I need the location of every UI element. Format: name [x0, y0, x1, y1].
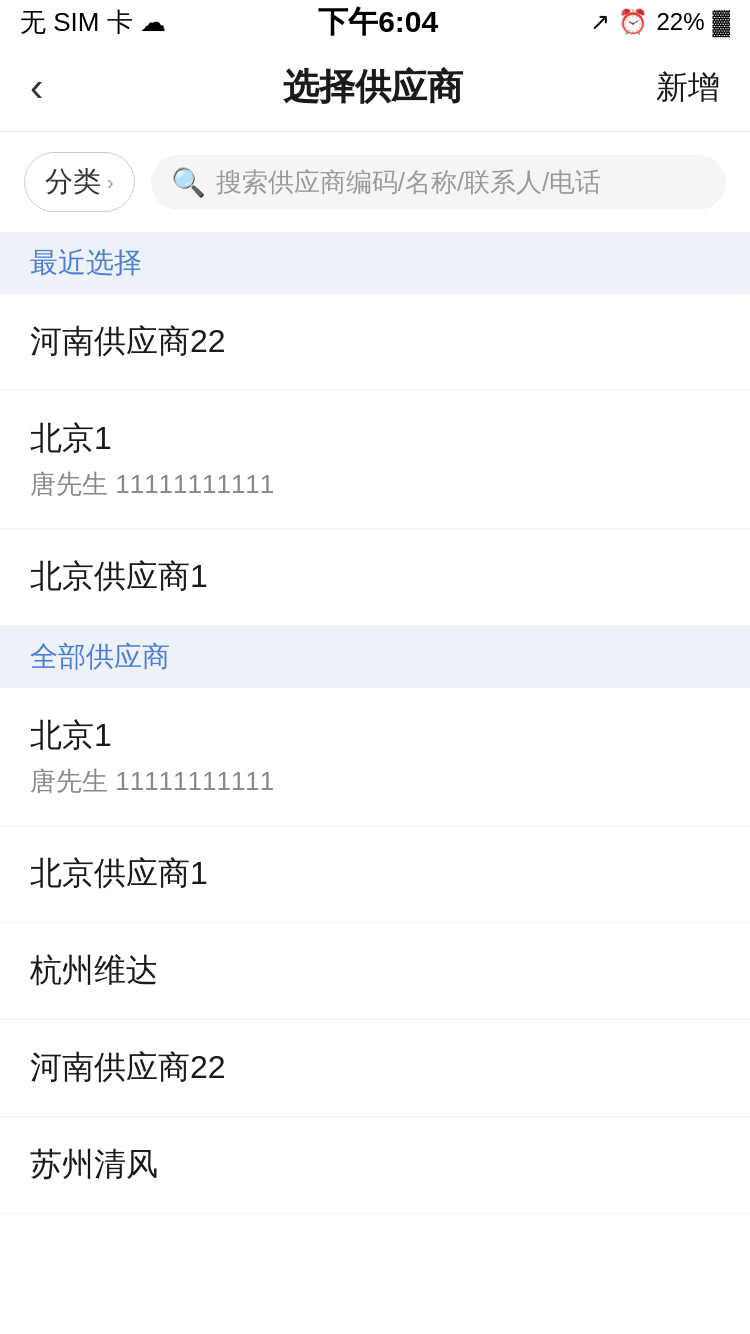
item-name: 北京1: [30, 714, 720, 758]
category-label: 分类: [45, 163, 101, 201]
item-name: 北京供应商1: [30, 852, 720, 896]
all-section-label: 全部供应商: [30, 641, 170, 672]
item-name: 北京供应商1: [30, 555, 720, 599]
location-icon: ↗: [590, 8, 610, 36]
search-icon: 🔍: [171, 166, 206, 199]
status-time: 下午6:04: [318, 2, 438, 43]
recent-section-label: 最近选择: [30, 247, 142, 278]
battery-level: 22%: [656, 8, 704, 36]
recent-section-header: 最近选择: [0, 232, 750, 294]
alarm-icon: ⏰: [618, 8, 648, 36]
all-list-item[interactable]: 北京供应商1: [0, 826, 750, 923]
battery-icon: ▓: [713, 8, 731, 36]
all-list-item[interactable]: 苏州清风: [0, 1117, 750, 1214]
all-list-item[interactable]: 河南供应商22: [0, 1020, 750, 1117]
search-placeholder: 搜索供应商编码/名称/联系人/电话: [216, 165, 602, 200]
nav-bar: ‹ 选择供应商 新增: [0, 44, 750, 132]
chevron-icon: ›: [107, 171, 114, 194]
all-list-item[interactable]: 北京1 唐先生 11111111111: [0, 688, 750, 826]
back-button[interactable]: ‹: [30, 65, 90, 110]
item-name: 河南供应商22: [30, 1046, 720, 1090]
item-name: 杭州维达: [30, 949, 720, 993]
recent-list-item[interactable]: 北京1 唐先生 11111111111: [0, 391, 750, 529]
all-list: 北京1 唐先生 11111111111 北京供应商1 杭州维达河南供应商22 苏州清风: [0, 688, 750, 1214]
filter-bar: 分类 › 🔍 搜索供应商编码/名称/联系人/电话: [0, 132, 750, 232]
status-right: ↗ ⏰ 22% ▓: [590, 8, 730, 36]
status-bar: 无 SIM 卡 ☁ 下午6:04 ↗ ⏰ 22% ▓: [0, 0, 750, 44]
add-button[interactable]: 新增: [656, 66, 720, 110]
status-left: 无 SIM 卡 ☁: [20, 5, 166, 40]
recent-list: 河南供应商22 北京1 唐先生 11111111111 北京供应商1: [0, 294, 750, 626]
page-title: 选择供应商: [283, 63, 463, 112]
item-name: 北京1: [30, 417, 720, 461]
recent-list-item[interactable]: 北京供应商1: [0, 529, 750, 626]
item-sub: 唐先生 11111111111: [30, 467, 720, 502]
sim-status: 无 SIM 卡 ☁: [20, 5, 166, 40]
all-list-item[interactable]: 杭州维达: [0, 923, 750, 1020]
recent-list-item[interactable]: 河南供应商22: [0, 294, 750, 391]
item-name: 苏州清风: [30, 1143, 720, 1187]
item-name: 河南供应商22: [30, 320, 720, 364]
item-sub: 唐先生 11111111111: [30, 764, 720, 799]
all-section-header: 全部供应商: [0, 626, 750, 688]
category-filter[interactable]: 分类 ›: [24, 152, 135, 212]
search-box[interactable]: 🔍 搜索供应商编码/名称/联系人/电话: [151, 155, 726, 210]
